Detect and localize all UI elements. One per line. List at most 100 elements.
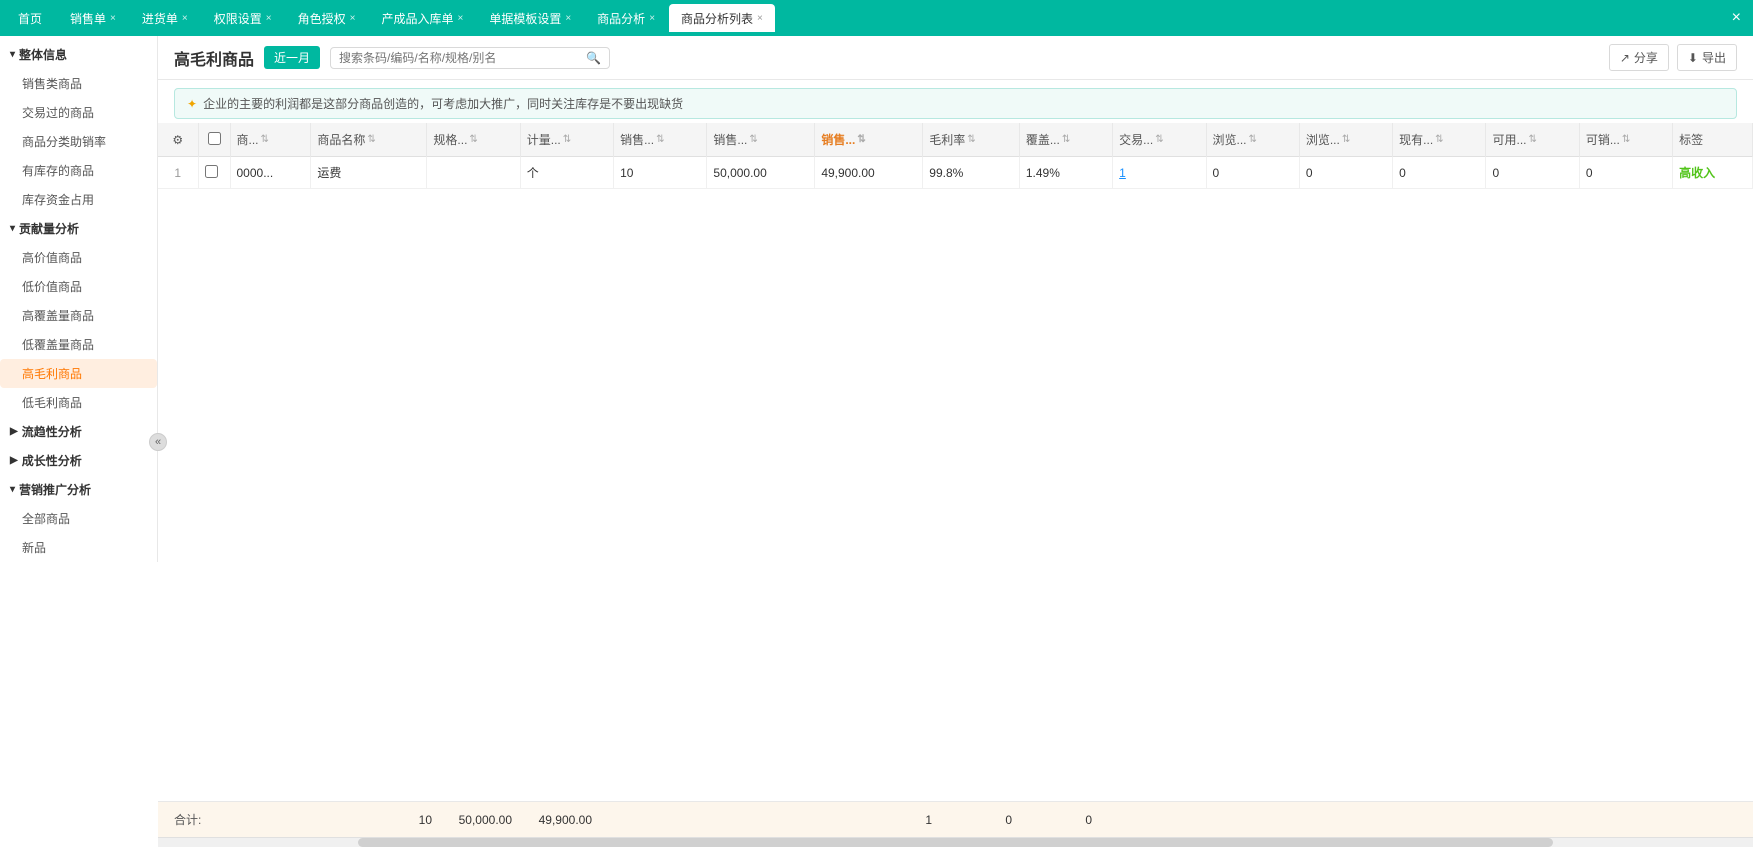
row-browse1: 0 bbox=[1206, 157, 1299, 189]
col-sellable[interactable]: 可销... ⇅ bbox=[1579, 123, 1672, 157]
export-button[interactable]: ⬇ 导出 bbox=[1677, 44, 1737, 71]
sidebar-item-high-value[interactable]: 高价值商品 bbox=[0, 243, 157, 272]
select-all-checkbox[interactable] bbox=[208, 132, 221, 145]
sidebar-item-category-rate[interactable]: 商品分类助销率 bbox=[0, 127, 157, 156]
col-trade[interactable]: 交易... ⇅ bbox=[1113, 123, 1206, 157]
sort-icon-gross: ⇅ bbox=[967, 134, 975, 145]
footer-label: 合计: bbox=[158, 811, 358, 828]
col-browse2[interactable]: 浏览... ⇅ bbox=[1299, 123, 1392, 157]
tab-home[interactable]: 首页 bbox=[4, 4, 56, 32]
sidebar-item-new-goods[interactable]: 新品 bbox=[0, 533, 157, 562]
sort-icon-current: ⇅ bbox=[1435, 134, 1443, 145]
tab-product-in[interactable]: 产成品入库单 × bbox=[369, 4, 475, 32]
sidebar-group-growth[interactable]: ▶ 成长性分析 bbox=[0, 446, 157, 475]
sidebar-item-stock-capital[interactable]: 库存资金占用 bbox=[0, 185, 157, 214]
col-coverage[interactable]: 覆盖... ⇅ bbox=[1019, 123, 1112, 157]
sort-icon-trade: ⇅ bbox=[1155, 134, 1163, 145]
col-unit[interactable]: 计量... ⇅ bbox=[520, 123, 613, 157]
period-button[interactable]: 近一月 bbox=[264, 46, 320, 69]
tab-product-analysis[interactable]: 商品分析 × bbox=[585, 4, 667, 32]
close-tab-product-analysis[interactable]: × bbox=[649, 13, 655, 24]
sidebar-group-marketing[interactable]: ▾ 营销推广分析 bbox=[0, 475, 157, 504]
arrow-overview: ▾ bbox=[10, 49, 15, 60]
search-box: 🔍 bbox=[330, 47, 610, 69]
close-tab-role[interactable]: × bbox=[350, 13, 356, 24]
arrow-flow: ▶ bbox=[10, 426, 18, 437]
sort-icon-code: ⇅ bbox=[261, 134, 269, 145]
scrollbar-thumb[interactable] bbox=[358, 838, 1553, 847]
sidebar-item-low-value[interactable]: 低价值商品 bbox=[0, 272, 157, 301]
col-name[interactable]: 商品名称 ⇅ bbox=[311, 123, 427, 157]
close-tab-product-in[interactable]: × bbox=[457, 13, 463, 24]
sort-icon-spec: ⇅ bbox=[469, 134, 477, 145]
footer-sales1: 10 bbox=[358, 813, 438, 827]
row-checkbox[interactable] bbox=[198, 157, 230, 189]
content-header: 高毛利商品 近一月 🔍 ↗ 分享 ⬇ 导出 bbox=[158, 36, 1753, 80]
sort-icon-name: ⇅ bbox=[367, 134, 375, 145]
sidebar-item-all-goods[interactable]: 全部商品 bbox=[0, 504, 157, 533]
horizontal-scrollbar[interactable] bbox=[158, 837, 1753, 847]
tab-sales[interactable]: 销售单 × bbox=[58, 4, 128, 32]
row-select-checkbox[interactable] bbox=[205, 165, 218, 178]
footer-sales3: 49,900.00 bbox=[518, 813, 598, 827]
sidebar-item-low-margin[interactable]: 低毛利商品 bbox=[0, 388, 157, 417]
search-icon[interactable]: 🔍 bbox=[586, 51, 601, 65]
sort-icon-browse1: ⇅ bbox=[1249, 134, 1257, 145]
col-settings[interactable]: ⚙ bbox=[158, 123, 198, 157]
col-sales3[interactable]: 销售... ⇅ bbox=[815, 123, 923, 157]
footer-sum-row: 合计: 10 50,000.00 49,900.00 1 0 0 bbox=[158, 801, 1753, 837]
close-tab-sales[interactable]: × bbox=[110, 13, 116, 24]
footer-sales2: 50,000.00 bbox=[438, 813, 518, 827]
row-sales3: 49,900.00 bbox=[815, 157, 923, 189]
sidebar-item-high-coverage[interactable]: 高覆盖量商品 bbox=[0, 301, 157, 330]
tab-analysis-list[interactable]: 商品分析列表 × bbox=[669, 4, 775, 32]
sidebar-item-in-stock[interactable]: 有库存的商品 bbox=[0, 156, 157, 185]
sidebar-item-traded-goods[interactable]: 交易过的商品 bbox=[0, 98, 157, 127]
col-gross[interactable]: 毛利率 ⇅ bbox=[923, 123, 1020, 157]
tab-permission[interactable]: 权限设置 × bbox=[202, 4, 284, 32]
col-sales2[interactable]: 销售... ⇅ bbox=[707, 123, 815, 157]
row-tag: 高收入 bbox=[1673, 157, 1753, 189]
sidebar-item-low-coverage[interactable]: 低覆盖量商品 bbox=[0, 330, 157, 359]
row-code[interactable]: 0000... bbox=[230, 157, 311, 189]
sort-icon-available: ⇅ bbox=[1529, 134, 1537, 145]
row-current: 0 bbox=[1393, 157, 1486, 189]
tab-purchase[interactable]: 进货单 × bbox=[130, 4, 200, 32]
data-table: ⚙ 商... ⇅ 商品名称 bbox=[158, 123, 1753, 189]
sidebar-item-high-margin[interactable]: 高毛利商品 bbox=[0, 359, 157, 388]
header-actions: ↗ 分享 ⬇ 导出 bbox=[1609, 44, 1737, 71]
top-navigation: 首页 销售单 × 进货单 × 权限设置 × 角色授权 × 产成品入库单 × 单据… bbox=[0, 0, 1753, 36]
sidebar: ▾ 整体信息 销售类商品 交易过的商品 商品分类助销率 有库存的商品 库存资金占… bbox=[0, 36, 158, 562]
search-input[interactable] bbox=[339, 51, 586, 65]
sidebar-group-flow[interactable]: ▶ 流趋性分析 bbox=[0, 417, 157, 446]
col-code[interactable]: 商... ⇅ bbox=[230, 123, 311, 157]
share-button[interactable]: ↗ 分享 bbox=[1609, 44, 1669, 71]
row-name: 运费 bbox=[311, 157, 427, 189]
col-available[interactable]: 可用... ⇅ bbox=[1486, 123, 1579, 157]
sidebar-item-sales-goods[interactable]: 销售类商品 bbox=[0, 69, 157, 98]
col-current[interactable]: 现有... ⇅ bbox=[1393, 123, 1486, 157]
sidebar-collapse-button[interactable]: « bbox=[149, 433, 167, 451]
row-coverage: 1.49% bbox=[1019, 157, 1112, 189]
close-tab-analysis-list[interactable]: × bbox=[757, 13, 763, 24]
tab-role[interactable]: 角色授权 × bbox=[286, 4, 368, 32]
close-tab-purchase[interactable]: × bbox=[182, 13, 188, 24]
table-header-row: ⚙ 商... ⇅ 商品名称 bbox=[158, 123, 1753, 157]
col-checkbox[interactable] bbox=[198, 123, 230, 157]
table-row: 1 0000... 运费 个 10 50,000.00 49,900.00 99… bbox=[158, 157, 1753, 189]
sidebar-group-overview[interactable]: ▾ 整体信息 bbox=[0, 40, 157, 69]
share-icon: ↗ bbox=[1620, 51, 1630, 65]
close-tab-template[interactable]: × bbox=[565, 13, 571, 24]
sort-icon-sales2: ⇅ bbox=[749, 134, 757, 145]
sidebar-group-contribution[interactable]: ▾ 贡献量分析 bbox=[0, 214, 157, 243]
col-sales1[interactable]: 销售... ⇅ bbox=[614, 123, 707, 157]
tab-template[interactable]: 单据模板设置 × bbox=[477, 4, 583, 32]
close-all-tabs[interactable]: × bbox=[1724, 9, 1749, 27]
table-wrapper[interactable]: ⚙ 商... ⇅ 商品名称 bbox=[158, 123, 1753, 801]
col-browse1[interactable]: 浏览... ⇅ bbox=[1206, 123, 1299, 157]
col-tag[interactable]: 标签 bbox=[1673, 123, 1753, 157]
row-unit: 个 bbox=[520, 157, 613, 189]
col-spec[interactable]: 规格... ⇅ bbox=[427, 123, 520, 157]
trade-link[interactable]: 1 bbox=[1119, 166, 1126, 180]
close-tab-permission[interactable]: × bbox=[266, 13, 272, 24]
